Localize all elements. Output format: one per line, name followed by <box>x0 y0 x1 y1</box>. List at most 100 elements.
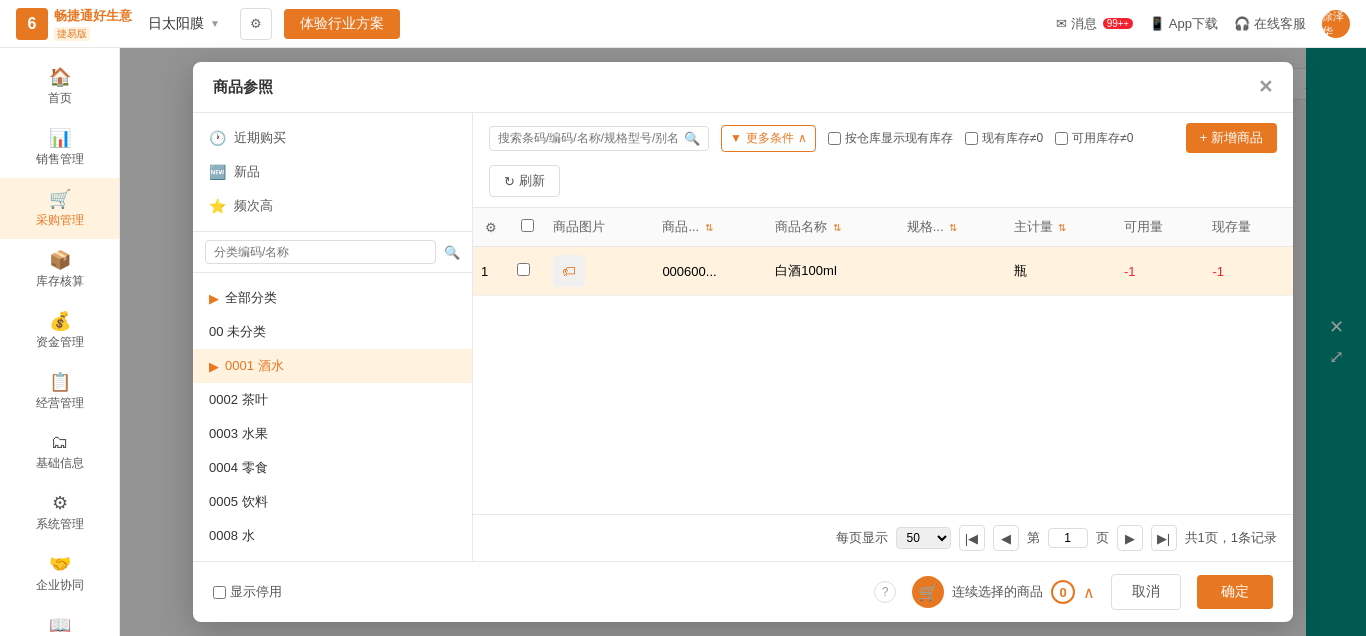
mobile-icon: 📱 <box>1149 16 1165 31</box>
col-settings[interactable]: ⚙ <box>473 208 509 247</box>
col-stock: 现存量 <box>1204 208 1293 247</box>
nav-dropdown[interactable]: 日太阳膜 ▼ <box>136 15 232 33</box>
filter-arrow-icon: ∧ <box>798 131 807 145</box>
category-item-snacks[interactable]: 0004 零食 <box>193 451 472 485</box>
panel-collapse-button[interactable]: 《 <box>472 193 473 243</box>
category-item-drinks[interactable]: 0005 饮料 <box>193 485 472 519</box>
col-check <box>509 208 545 247</box>
category-item-uncategorized[interactable]: 00 未分类 <box>193 315 472 349</box>
product-search-input[interactable] <box>498 131 678 145</box>
page-last-button[interactable]: ▶| <box>1151 525 1177 551</box>
guide-icon: 📖 <box>49 614 71 636</box>
product-reference-modal: 商品参照 ✕ 🕐 近期购买 🆕 <box>193 62 1293 622</box>
show-disabled-checkbox-label[interactable]: 显示停用 <box>213 583 282 601</box>
add-product-button[interactable]: + 新增商品 <box>1186 123 1277 153</box>
category-item-water[interactable]: 0008 水 <box>193 519 472 553</box>
tab-frequent[interactable]: ⭐ 频次高 <box>193 189 472 223</box>
col-name: 商品名称 ⇅ <box>767 208 898 247</box>
left-panel-tabs: 🕐 近期购买 🆕 新品 ⭐ 频次高 <box>193 113 472 232</box>
category-item-appliances[interactable]: 0010 家电 <box>193 553 472 561</box>
confirm-button[interactable]: 确定 <box>1197 575 1273 609</box>
left-panel: 🕐 近期购买 🆕 新品 ⭐ 频次高 <box>193 113 473 561</box>
product-search-box: 🔍 <box>489 126 709 151</box>
page-first-button[interactable]: |◀ <box>959 525 985 551</box>
cta-button[interactable]: 体验行业方案 <box>284 9 400 39</box>
show-stock-checkbox[interactable] <box>828 132 841 145</box>
cell-image: 🏷 <box>545 247 654 296</box>
chevron-down-icon: ▼ <box>210 18 220 29</box>
checkbox-stock-neq0[interactable]: 现有库存≠0 <box>965 130 1043 147</box>
table-row[interactable]: 1 🏷 <box>473 247 1293 296</box>
sort-name-icon[interactable]: ⇅ <box>833 222 841 233</box>
cancel-button[interactable]: 取消 <box>1111 574 1181 610</box>
checkbox-available-neq0[interactable]: 可用库存≠0 <box>1055 130 1133 147</box>
product-search-icon[interactable]: 🔍 <box>684 131 700 146</box>
app-download-button[interactable]: 📱 App下载 <box>1149 15 1218 33</box>
message-icon: ✉ <box>1056 16 1067 31</box>
per-page-select[interactable]: 50 100 200 <box>896 527 951 549</box>
logo-line1: 畅捷通好生意 <box>54 7 132 25</box>
category-search-area: 🔍 <box>193 232 472 273</box>
sort-unit-icon[interactable]: ⇅ <box>1058 222 1066 233</box>
purchase-icon: 🛒 <box>49 188 71 210</box>
sidebar-item-purchase[interactable]: 🛒 采购管理 <box>0 178 119 239</box>
sidebar-item-sales[interactable]: 📊 销售管理 <box>0 117 119 178</box>
user-profile[interactable]: 徐泽华 <box>1322 10 1350 38</box>
refresh-table-button[interactable]: ↻ 刷新 <box>489 165 560 197</box>
select-all-checkbox[interactable] <box>521 219 534 232</box>
cell-stock: -1 <box>1204 247 1293 296</box>
cart-icon[interactable]: 🛒 <box>912 576 944 608</box>
checkbox-show-stock[interactable]: 按仓库显示现有库存 <box>828 130 953 147</box>
sidebar-item-finance[interactable]: 💰 资金管理 <box>0 300 119 361</box>
sidebar-item-basic[interactable]: 🗂 基础信息 <box>0 422 119 482</box>
modal-body: 🕐 近期购买 🆕 新品 ⭐ 频次高 <box>193 113 1293 561</box>
content-area: 查询 设置 刷新 ✕ ⤢ 商品参照 ✕ <box>120 48 1366 636</box>
sidebar-item-operations[interactable]: 📋 经营管理 <box>0 361 119 422</box>
col-image: 商品图片 <box>545 208 654 247</box>
messages-button[interactable]: ✉ 消息 99++ <box>1056 15 1133 33</box>
logo-badge: 捷易版 <box>54 27 90 41</box>
inventory-icon: 📦 <box>49 249 71 271</box>
page-next-button[interactable]: ▶ <box>1117 525 1143 551</box>
sidebar-item-home[interactable]: 🏠 首页 <box>0 56 119 117</box>
category-item-fruit[interactable]: 0003 水果 <box>193 417 472 451</box>
sidebar: 🏠 首页 📊 销售管理 🛒 采购管理 📦 库存核算 💰 资金管理 📋 经营管理 … <box>0 48 120 636</box>
sort-spec-icon[interactable]: ⇅ <box>949 222 957 233</box>
category-search-icon[interactable]: 🔍 <box>444 245 460 260</box>
headset-icon: 🎧 <box>1234 16 1250 31</box>
row-checkbox[interactable] <box>517 263 530 276</box>
pagination: 每页显示 50 100 200 |◀ ◀ 第 页 ▶ <box>473 514 1293 561</box>
sidebar-item-inventory[interactable]: 📦 库存核算 <box>0 239 119 300</box>
cart-area: 🛒 连续选择的商品 0 ∧ <box>912 576 1095 608</box>
arrow-icon: ▶ <box>209 291 219 306</box>
page-prev-button[interactable]: ◀ <box>993 525 1019 551</box>
category-item-liquor[interactable]: ▶ 0001 酒水 <box>193 349 472 383</box>
help-button[interactable]: ? <box>874 581 896 603</box>
page-number-input[interactable] <box>1048 528 1088 548</box>
cell-check[interactable] <box>509 247 545 296</box>
online-service-button[interactable]: 🎧 在线客服 <box>1234 15 1306 33</box>
category-item-tea[interactable]: 0002 茶叶 <box>193 383 472 417</box>
tab-recent-purchase[interactable]: 🕐 近期购买 <box>193 121 472 155</box>
stock-neq0-checkbox[interactable] <box>965 132 978 145</box>
more-filters-button[interactable]: ▼ 更多条件 ∧ <box>721 125 816 152</box>
cell-index: 1 <box>473 247 509 296</box>
cart-collapse-button[interactable]: ∧ <box>1083 583 1095 602</box>
logo-icon: 6 <box>16 8 48 40</box>
available-neq0-checkbox[interactable] <box>1055 132 1068 145</box>
sort-code-icon[interactable]: ⇅ <box>705 222 713 233</box>
sidebar-item-system[interactable]: ⚙ 系统管理 <box>0 482 119 543</box>
show-disabled-checkbox[interactable] <box>213 586 226 599</box>
modal-close-button[interactable]: ✕ <box>1258 76 1273 98</box>
category-item-all[interactable]: ▶ 全部分类 <box>193 281 472 315</box>
avatar: 徐泽华 <box>1322 10 1350 38</box>
tab-new-products[interactable]: 🆕 新品 <box>193 155 472 189</box>
product-table: ⚙ 商品图片 商品... ⇅ <box>473 208 1293 296</box>
category-search-input[interactable] <box>205 240 436 264</box>
modal-overlay: 商品参照 ✕ 🕐 近期购买 🆕 <box>120 48 1366 636</box>
clock-icon: 🕐 <box>209 130 226 146</box>
sidebar-item-guide[interactable]: 📖 新手引导 <box>0 604 119 636</box>
settings-icon[interactable]: ⚙ <box>240 8 272 40</box>
finance-icon: 💰 <box>49 310 71 332</box>
sidebar-item-enterprise[interactable]: 🤝 企业协同 <box>0 543 119 604</box>
